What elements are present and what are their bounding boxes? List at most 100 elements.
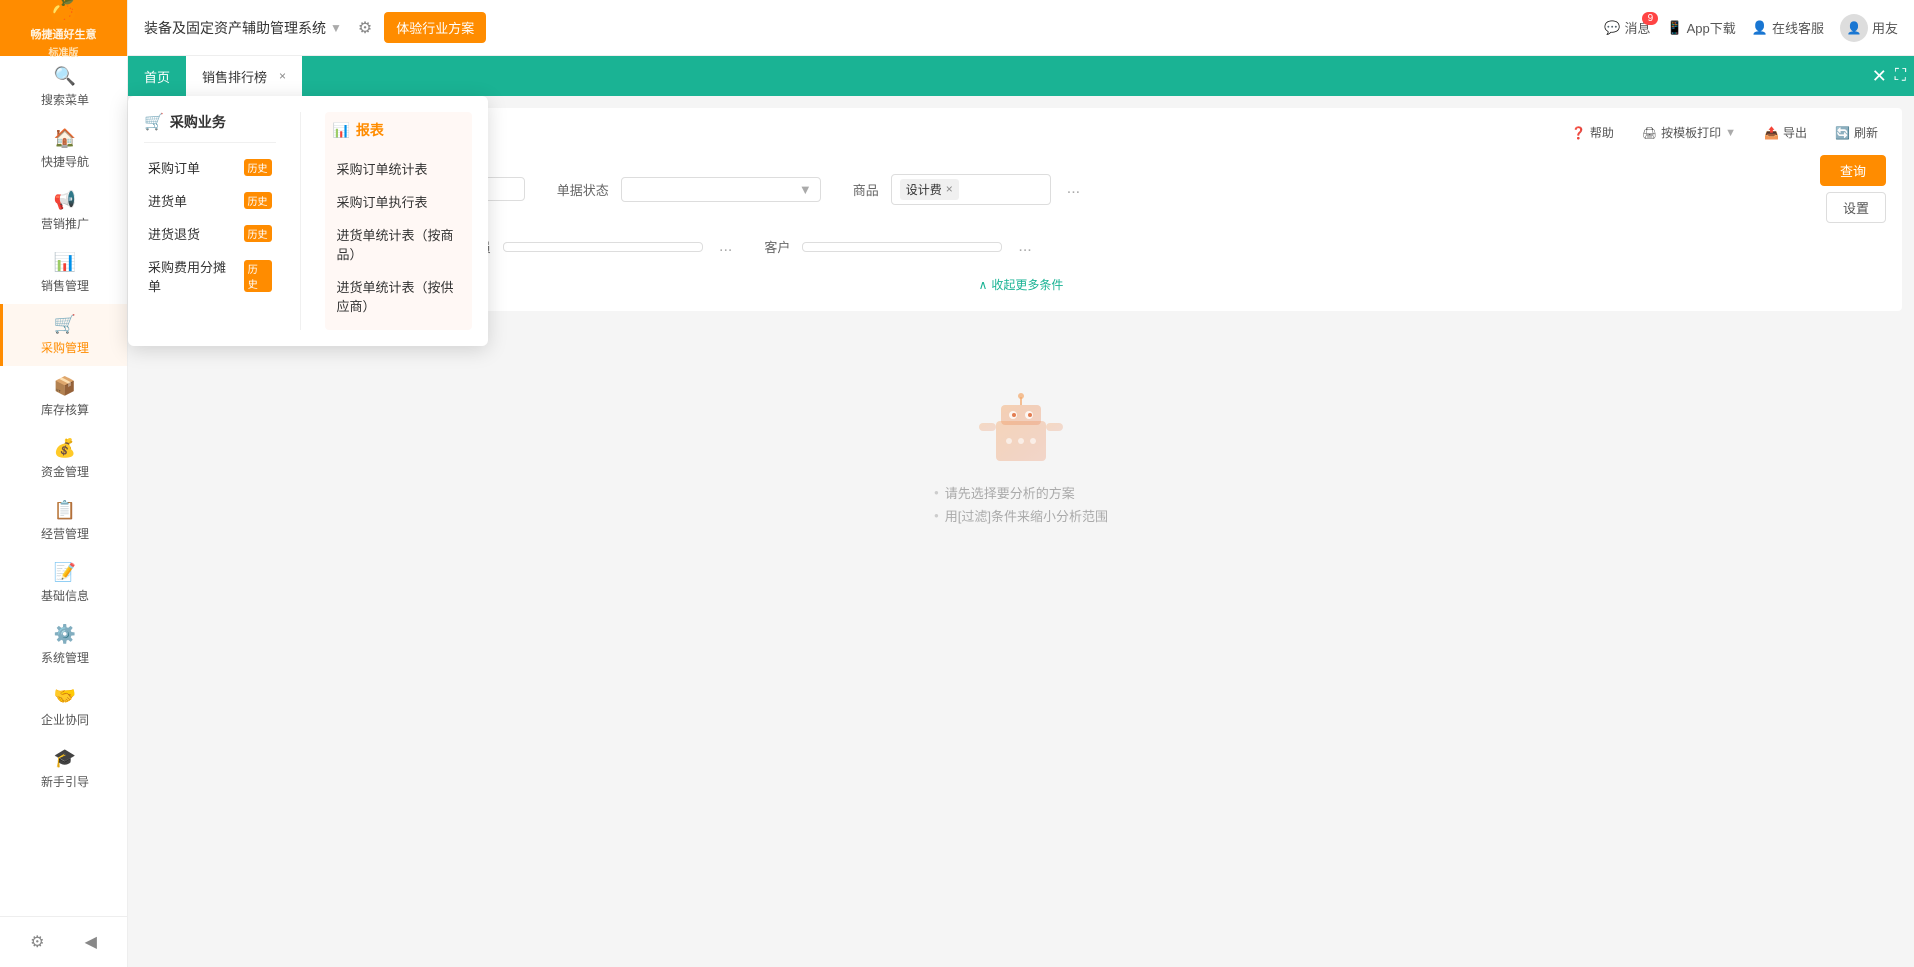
purchase-order-label: 采购订单 <box>148 158 200 177</box>
online-service-btn[interactable]: 👤 在线客服 <box>1752 18 1824 37</box>
print-btn[interactable]: 🖨 按模板打印 ▼ <box>1634 120 1744 145</box>
tab-close-btn[interactable]: ✕ <box>1872 66 1887 87</box>
sidebar-label-sales: 销售管理 <box>41 277 89 294</box>
sidebar-item-cooperation[interactable]: 🤝 企业协同 <box>0 676 127 738</box>
sidebar-item-basic[interactable]: 📝 基础信息 <box>0 552 127 614</box>
tab-home-label: 首页 <box>144 67 170 86</box>
goods-receipt-hist: 历史 <box>244 192 272 209</box>
sidebar-item-marketing[interactable]: 📢 营销推广 <box>0 180 127 242</box>
sidebar-item-quick-nav[interactable]: 🏠 快捷导航 <box>0 118 127 180</box>
purchase-business-label: 采购业务 <box>170 112 226 132</box>
purchase-order-hist: 历史 <box>244 159 272 176</box>
goods-receipt-item[interactable]: 进货单 历史 <box>144 184 276 217</box>
sidebar-item-purchase[interactable]: 🛒 采购管理 <box>0 304 127 366</box>
bill-status-label: 单据状态 <box>557 180 609 199</box>
export-btn[interactable]: 📤 导出 <box>1756 120 1815 145</box>
goods-select[interactable]: 设计费 × <box>891 174 1051 205</box>
sidebar-label-search: 搜索菜单 <box>41 91 89 108</box>
user-btn[interactable]: 👤 用友 <box>1840 14 1898 42</box>
goods-tag-close[interactable]: × <box>946 182 953 196</box>
purchase-expense-item[interactable]: 采购费用分摊单 历史 <box>144 250 276 302</box>
help-btn[interactable]: ❓ 帮助 <box>1563 120 1622 145</box>
header-gear-icon[interactable]: ⚙ <box>358 18 372 38</box>
purchase-dropdown-menu: 🛒 采购业务 采购订单 历史 进货单 历史 进货退货 历史 采购费用分摊单 历史… <box>128 96 488 346</box>
goods-stats-by-product-item[interactable]: 进货单统计表（按商品） <box>333 218 465 270</box>
logo-name: 畅捷通好生意 <box>31 26 97 42</box>
goods-label: 商品 <box>853 180 879 199</box>
hint1: 请先选择要分析的方案 <box>945 483 1075 502</box>
export-icon: 📤 <box>1764 126 1779 140</box>
message-icon: 💬 <box>1604 20 1620 36</box>
goods-tag: 设计费 × <box>900 179 959 200</box>
service-icon: 👤 <box>1752 20 1768 36</box>
sidebar-label-finance: 资金管理 <box>41 463 89 480</box>
notifications-btn[interactable]: 💬 消息 9 <box>1604 18 1650 37</box>
purchase-report-col: 📊 报表 采购订单统计表 采购订单执行表 进货单统计表（按商品） 进货单统计表（… <box>325 112 473 330</box>
refresh-btn[interactable]: 🔄 刷新 <box>1827 120 1886 145</box>
purchase-order-exec-item[interactable]: 采购订单执行表 <box>333 185 465 218</box>
operation-icon: 📋 <box>54 500 76 521</box>
sidebar-item-guide[interactable]: 🎓 新手引导 <box>0 738 127 800</box>
user-label: 用友 <box>1872 18 1898 37</box>
settings-button[interactable]: 设置 <box>1826 192 1886 223</box>
report-label: 报表 <box>356 120 384 140</box>
sidebar-item-system[interactable]: ⚙️ 系统管理 <box>0 614 127 676</box>
customer-dots[interactable]: ... <box>1018 238 1031 256</box>
print-dropdown-icon: ▼ <box>1725 127 1736 139</box>
purchase-order-exec-label: 采购订单执行表 <box>337 192 428 211</box>
guide-icon: 🎓 <box>54 748 76 769</box>
tab-home[interactable]: 首页 <box>128 56 186 96</box>
app-download-btn[interactable]: 📱 App下载 <box>1666 18 1735 37</box>
finance-icon: 💰 <box>54 438 76 459</box>
purchase-report-title: 📊 报表 <box>333 120 465 148</box>
salesman-select[interactable] <box>503 242 703 252</box>
header: 装备及固定资产辅助管理系统 ▼ ⚙ 体验行业方案 💬 消息 9 📱 App下载 … <box>128 0 1914 56</box>
purchase-order-item[interactable]: 采购订单 历史 <box>144 151 276 184</box>
sidebar-label-inventory: 库存核算 <box>41 401 89 418</box>
sidebar-item-finance[interactable]: 💰 资金管理 <box>0 428 127 490</box>
sidebar-item-search[interactable]: 🔍 搜索菜单 <box>0 56 127 118</box>
purchase-business-title: 🛒 采购业务 <box>144 112 276 143</box>
salesman-dots[interactable]: ... <box>719 238 732 256</box>
refresh-label: 刷新 <box>1854 124 1878 141</box>
online-service-label: 在线客服 <box>1772 18 1824 37</box>
bill-status-select[interactable]: ▼ <box>621 177 821 202</box>
filter-actions: 查询 设置 <box>1820 155 1886 223</box>
collapse-icon: ∧ <box>979 278 988 292</box>
sidebar-menu: 🔍 搜索菜单 🏠 快捷导航 📢 营销推广 📊 销售管理 🛒 采购管理 📦 库存核… <box>0 56 127 916</box>
sidebar-item-operation[interactable]: 📋 经营管理 <box>0 490 127 552</box>
goods-receipt-label: 进货单 <box>148 191 187 210</box>
sidebar-label-system: 系统管理 <box>41 649 89 666</box>
settings-footer-btn[interactable]: ⚙ <box>25 927 49 957</box>
goods-stats-by-product-label: 进货单统计表（按商品） <box>337 225 461 263</box>
industry-btn[interactable]: 体验行业方案 <box>384 12 486 43</box>
goods-tag-value: 设计费 <box>906 181 942 198</box>
collapse-sidebar-btn[interactable]: ◀ <box>80 927 102 957</box>
notifications-badge: 9 <box>1642 12 1658 25</box>
header-title-select[interactable]: 装备及固定资产辅助管理系统 ▼ <box>144 18 342 38</box>
tab-sales-rank[interactable]: 销售排行榜 × <box>186 56 302 96</box>
goods-stats-by-supplier-item[interactable]: 进货单统计表（按供应商） <box>333 270 465 322</box>
sidebar-label-basic: 基础信息 <box>41 587 89 604</box>
query-button[interactable]: 查询 <box>1820 155 1886 186</box>
basic-icon: 📝 <box>54 562 76 583</box>
tab-sales-rank-label: 销售排行榜 <box>202 67 267 86</box>
bill-status-dropdown: ▼ <box>799 182 812 197</box>
purchase-business-col: 🛒 采购业务 采购订单 历史 进货单 历史 进货退货 历史 采购费用分摊单 历史 <box>144 112 276 330</box>
purchase-order-stats-item[interactable]: 采购订单统计表 <box>333 152 465 185</box>
tab-expand-btn[interactable]: ⛶ <box>1895 67 1906 85</box>
refresh-icon: 🔄 <box>1835 126 1850 140</box>
purchase-business-icon: 🛒 <box>144 112 164 132</box>
goods-dots[interactable]: ... <box>1067 180 1080 198</box>
tab-close-icon[interactable]: × <box>279 69 286 83</box>
home-icon: 🏠 <box>54 128 76 149</box>
phone-icon: 📱 <box>1666 20 1682 36</box>
purchase-expense-hist: 历史 <box>244 260 272 292</box>
sidebar-item-inventory[interactable]: 📦 库存核算 <box>0 366 127 428</box>
goods-return-hist: 历史 <box>244 225 272 242</box>
customer-select[interactable] <box>802 242 1002 252</box>
goods-return-item[interactable]: 进货退货 历史 <box>144 217 276 250</box>
search-icon: 🔍 <box>54 66 76 87</box>
sidebar-footer: ⚙ ◀ <box>0 916 127 967</box>
sidebar-item-sales[interactable]: 📊 销售管理 <box>0 242 127 304</box>
